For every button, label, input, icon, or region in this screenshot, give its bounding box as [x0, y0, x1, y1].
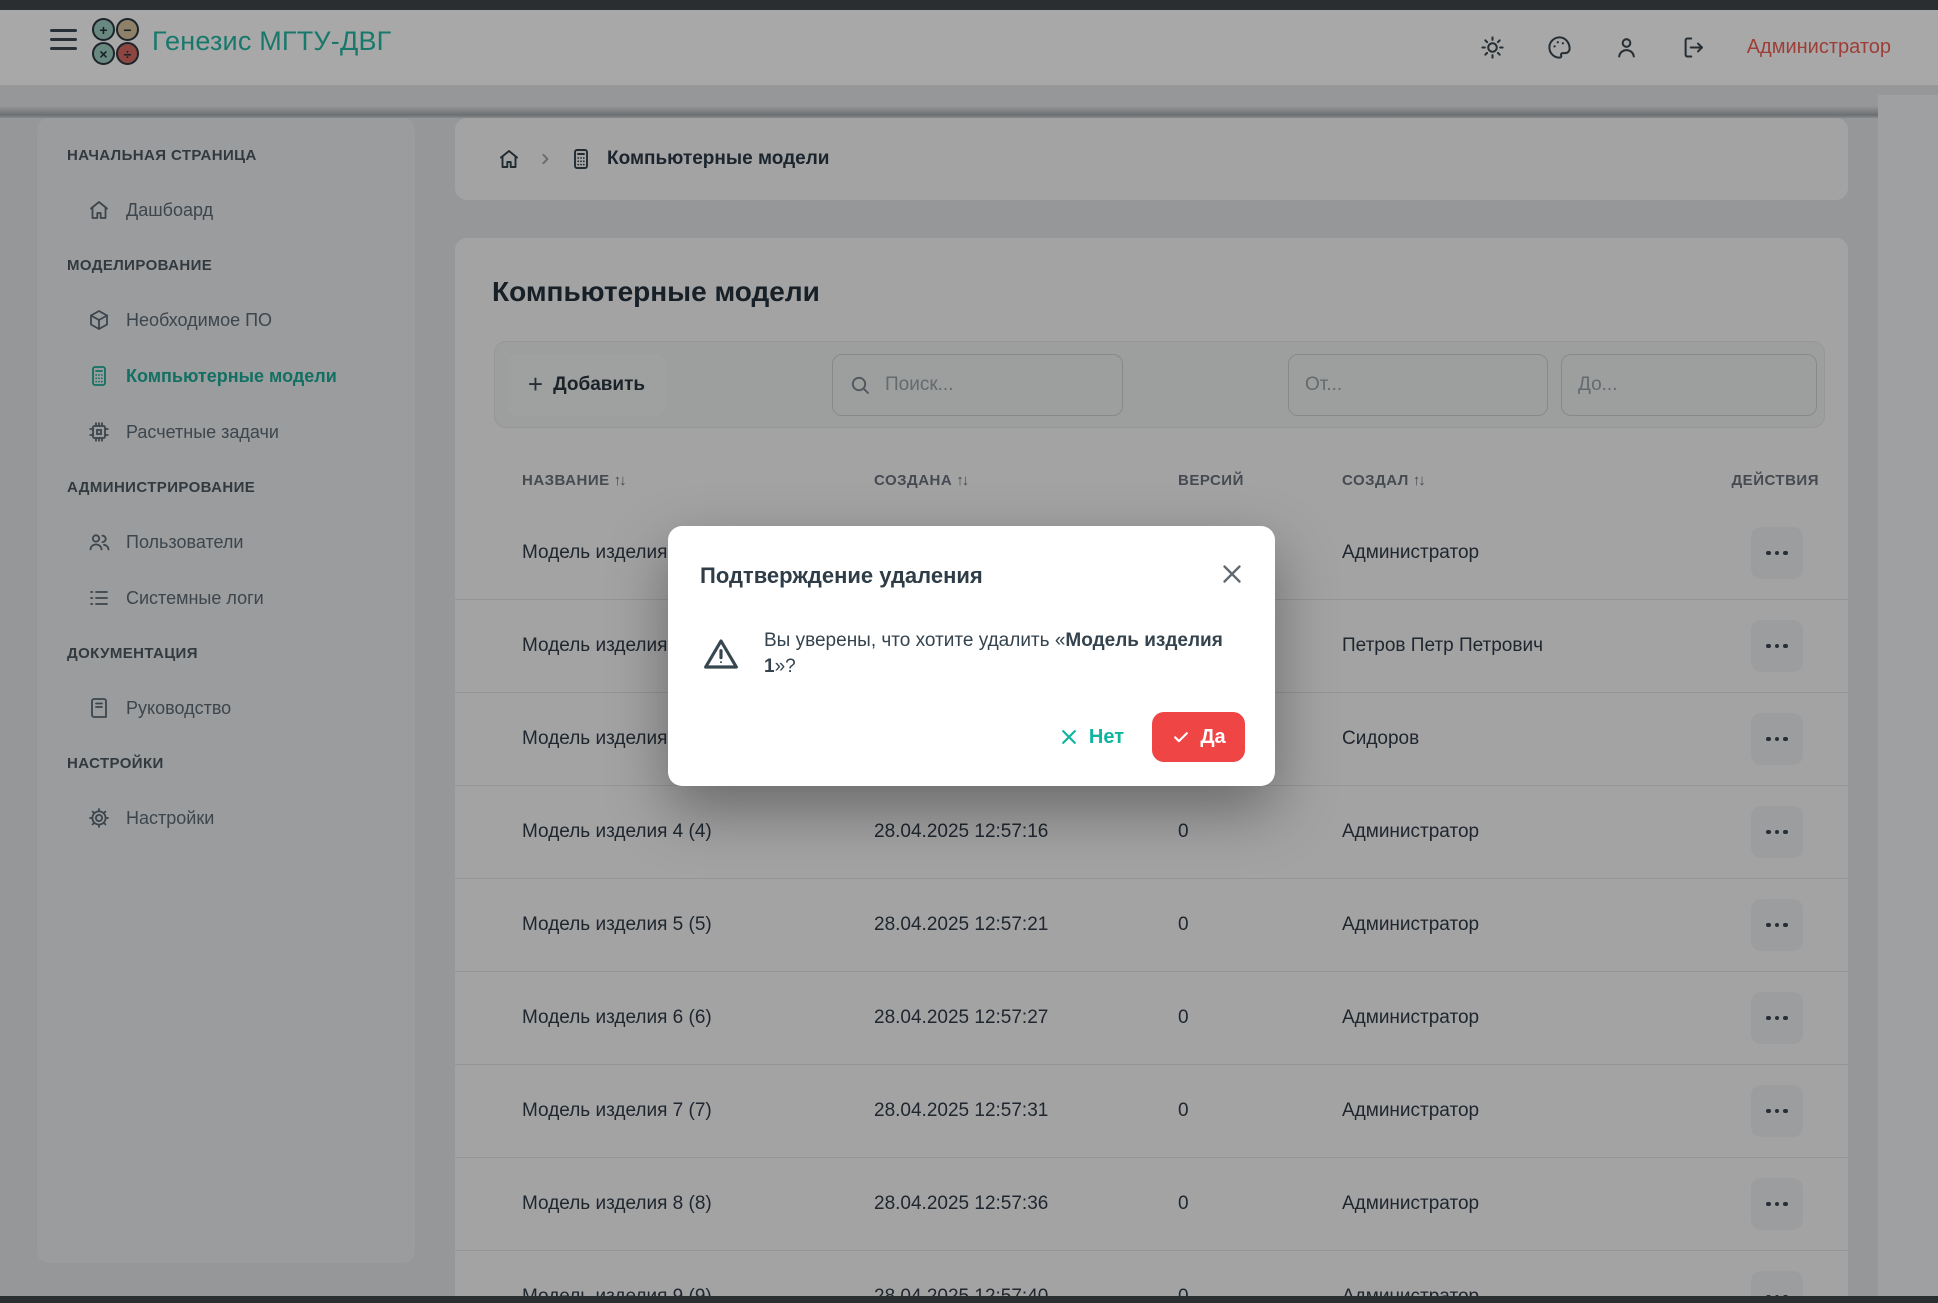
- x-icon: [1059, 727, 1079, 747]
- dialog-footer: Нет Да: [1059, 712, 1245, 762]
- dialog-message: Вы уверены, что хотите удалить «Модель и…: [764, 630, 1223, 677]
- close-icon[interactable]: [1217, 559, 1247, 589]
- yes-button[interactable]: Да: [1152, 712, 1245, 762]
- dialog-body: Вы уверены, что хотите удалить «Модель и…: [700, 628, 1247, 679]
- dialog-title: Подтверждение удаления: [700, 563, 983, 588]
- delete-confirmation-dialog: Подтверждение удаления Вы уверены, что х…: [668, 526, 1275, 786]
- warning-triangle-icon: [700, 634, 742, 674]
- no-button[interactable]: Нет: [1059, 726, 1124, 749]
- check-icon: [1171, 727, 1191, 747]
